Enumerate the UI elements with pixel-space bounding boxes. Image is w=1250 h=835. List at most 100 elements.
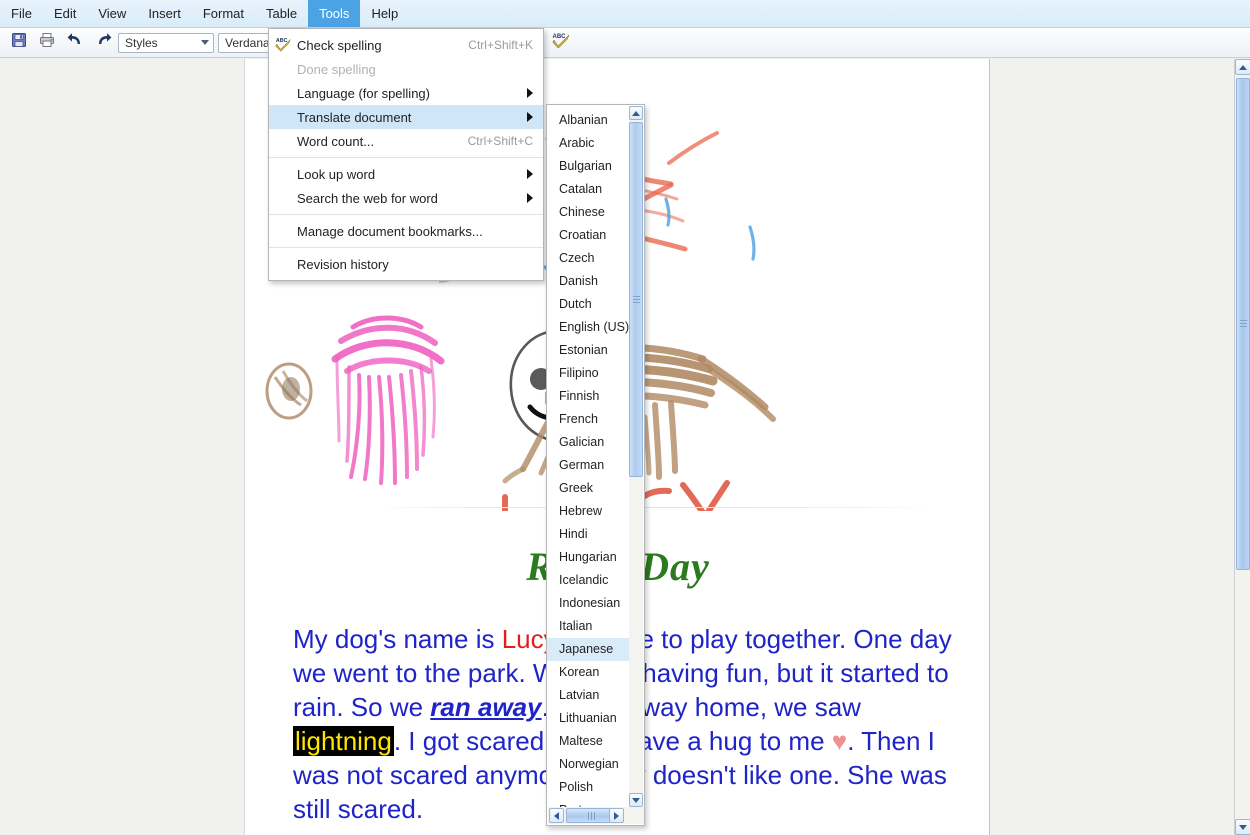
translate-language-submenu[interactable]: Albanian Arabic Bulgarian Catalan Chines… [546, 104, 645, 826]
scroll-up-button[interactable] [1235, 59, 1250, 75]
menu-divider [269, 214, 543, 215]
language-item-italian[interactable]: Italian [547, 615, 629, 638]
language-item-greek[interactable]: Greek [547, 477, 629, 500]
image-bottom-edge [375, 507, 935, 508]
language-item-korean[interactable]: Korean [547, 661, 629, 684]
language-item-indonesian[interactable]: Indonesian [547, 592, 629, 615]
menu-item-label: Revision history [297, 256, 389, 272]
menu-item-label: Word count... [297, 133, 375, 149]
chevron-down-icon [201, 40, 209, 45]
language-item-icelandic[interactable]: Icelandic [547, 569, 629, 592]
application-window: File Edit View Insert Format Table Tools… [0, 0, 1250, 835]
language-item-hindi[interactable]: Hindi [547, 523, 629, 546]
language-item-danish[interactable]: Danish [547, 270, 629, 293]
language-item-dutch[interactable]: Dutch [547, 293, 629, 316]
language-scroll-up-button[interactable] [629, 106, 643, 120]
menu-edit-label: Edit [53, 6, 77, 21]
language-item-polish[interactable]: Polish [547, 776, 629, 799]
menu-item-manage-document-bookmarks[interactable]: Manage document bookmarks... [269, 219, 543, 243]
menu-item-label: Search the web for word [297, 190, 438, 206]
language-scrollbar-thumb[interactable] [629, 122, 643, 477]
language-item-japanese[interactable]: Japanese [547, 638, 629, 661]
tools-dropdown-menu[interactable]: ABC Check spelling Ctrl+Shift+K Done spe… [268, 28, 544, 281]
scrollbar-thumb[interactable] [1236, 78, 1250, 570]
undo-icon [67, 32, 84, 53]
menu-view[interactable]: View [87, 0, 137, 27]
language-item-latvian[interactable]: Latvian [547, 684, 629, 707]
menu-tools-label: Tools [319, 6, 350, 21]
menu-item-look-up-word[interactable]: Look up word [269, 162, 543, 186]
save-icon [11, 32, 27, 53]
menu-item-language-for-spelling[interactable]: Language (for spelling) [269, 81, 543, 105]
chevron-down-icon [632, 797, 640, 803]
menu-item-check-spelling[interactable]: ABC Check spelling Ctrl+Shift+K [269, 33, 543, 57]
menu-insert[interactable]: Insert [137, 0, 192, 27]
menu-item-shortcut: Ctrl+Shift+K [468, 38, 533, 52]
menu-item-label: Check spelling [297, 37, 382, 53]
language-item-hebrew[interactable]: Hebrew [547, 500, 629, 523]
language-item-croatian[interactable]: Croatian [547, 224, 629, 247]
menu-item-label: Language (for spelling) [297, 85, 430, 101]
language-item-finnish[interactable]: Finnish [547, 385, 629, 408]
language-scroll-right-button[interactable] [609, 808, 624, 823]
print-button[interactable] [34, 30, 60, 56]
language-item-albanian[interactable]: Albanian [547, 109, 629, 132]
menu-view-label: View [98, 6, 127, 21]
submenu-arrow-icon [527, 112, 533, 122]
undo-button[interactable] [62, 30, 88, 56]
menu-bar: File Edit View Insert Format Table Tools… [0, 0, 1250, 28]
menu-item-word-count[interactable]: Word count... Ctrl+Shift+C [269, 129, 543, 153]
spellcheck-icon: ABC [275, 36, 293, 54]
language-horizontal-scrollbar[interactable] [548, 807, 644, 824]
language-vertical-scrollbar[interactable] [629, 106, 643, 807]
menu-format[interactable]: Format [192, 0, 255, 27]
menu-edit[interactable]: Edit [43, 0, 87, 27]
language-item-bulgarian[interactable]: Bulgarian [547, 155, 629, 178]
document-vertical-scrollbar[interactable] [1234, 59, 1250, 835]
language-scroll-left-button[interactable] [549, 808, 564, 823]
submenu-arrow-icon [527, 193, 533, 203]
language-item-galician[interactable]: Galician [547, 431, 629, 454]
language-item-filipino[interactable]: Filipino [547, 362, 629, 385]
menu-insert-label: Insert [148, 6, 181, 21]
save-button[interactable] [6, 30, 32, 56]
menu-item-label: Look up word [297, 166, 376, 182]
spellcheck-icon: ABC [552, 32, 572, 53]
redo-button[interactable] [90, 30, 116, 56]
menu-item-search-the-web-for-word[interactable]: Search the web for word [269, 186, 543, 210]
menu-file-label: File [11, 6, 32, 21]
language-item-english-us[interactable]: English (US) [547, 316, 629, 339]
language-item-norwegian[interactable]: Norwegian [547, 753, 629, 776]
story-highlight: lightning [293, 726, 394, 756]
story-part-1: My dog's name is [293, 624, 502, 654]
language-item-catalan[interactable]: Catalan [547, 178, 629, 201]
menu-help[interactable]: Help [360, 0, 409, 27]
chevron-up-icon [1239, 64, 1247, 70]
menu-item-label: Translate document [297, 109, 412, 125]
language-item-estonian[interactable]: Estonian [547, 339, 629, 362]
language-item-chinese[interactable]: Chinese [547, 201, 629, 224]
language-item-arabic[interactable]: Arabic [547, 132, 629, 155]
menu-item-revision-history[interactable]: Revision history [269, 252, 543, 276]
menu-format-label: Format [202, 6, 244, 21]
language-scroll-down-button[interactable] [629, 793, 643, 807]
menu-table[interactable]: Table [255, 0, 308, 27]
svg-text:ABC: ABC [276, 38, 288, 44]
language-item-lithuanian[interactable]: Lithuanian [547, 707, 629, 730]
language-item-german[interactable]: German [547, 454, 629, 477]
menu-tools[interactable]: Tools [308, 0, 361, 27]
scroll-down-button[interactable] [1235, 819, 1250, 835]
language-item-czech[interactable]: Czech [547, 247, 629, 270]
language-item-hungarian[interactable]: Hungarian [547, 546, 629, 569]
styles-dropdown[interactable]: Styles [118, 32, 214, 53]
menu-file[interactable]: File [0, 0, 43, 27]
language-list[interactable]: Albanian Arabic Bulgarian Catalan Chines… [547, 109, 629, 809]
scrollbar-grip-icon [633, 295, 640, 304]
language-item-maltese[interactable]: Maltese [547, 730, 629, 753]
menu-help-label: Help [371, 6, 399, 21]
chevron-up-icon [632, 110, 640, 116]
spellcheck-button[interactable]: ABC [549, 30, 575, 56]
language-item-french[interactable]: French [547, 408, 629, 431]
menu-item-translate-document[interactable]: Translate document [269, 105, 543, 129]
chevron-left-icon [554, 811, 559, 820]
